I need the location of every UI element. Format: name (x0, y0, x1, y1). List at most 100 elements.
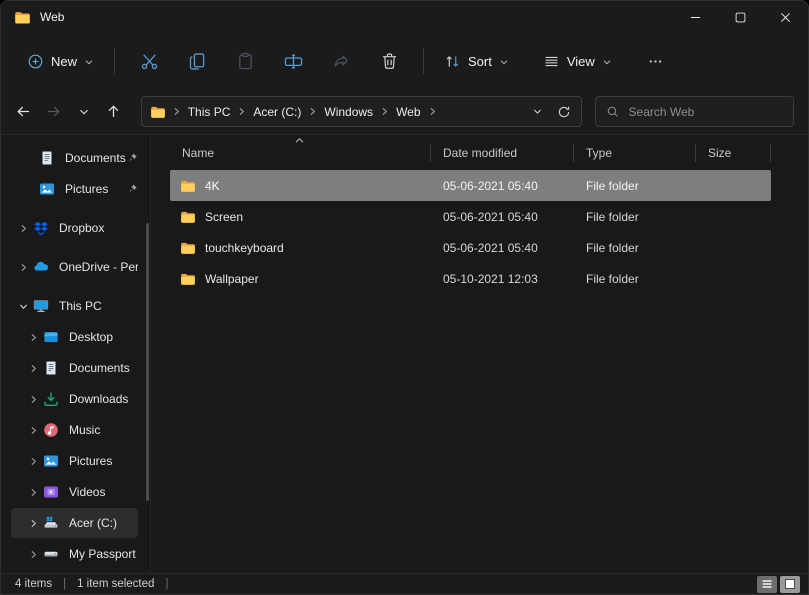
sidebar-item-dropbox[interactable]: Dropbox (11, 213, 138, 243)
file-explorer-window: Web New (0, 0, 809, 595)
chevron-right-icon[interactable] (23, 519, 43, 528)
chevron-right-icon[interactable] (23, 550, 43, 559)
share-button[interactable] (321, 43, 361, 79)
breadcrumb-chevron-icon (308, 107, 317, 116)
new-button[interactable]: New (17, 46, 104, 77)
recent-locations-button[interactable] (69, 97, 99, 127)
file-list-pane: Name Date modified Type Size 4K 05-06-20… (152, 135, 808, 573)
new-plus-icon (27, 53, 44, 70)
up-button[interactable] (99, 97, 129, 127)
view-icon (543, 53, 560, 70)
column-header-type[interactable]: Type (574, 144, 696, 162)
chevron-right-icon[interactable] (23, 488, 43, 497)
more-options-button[interactable] (636, 43, 676, 79)
cut-button[interactable] (129, 43, 169, 79)
minimize-button[interactable] (673, 1, 718, 33)
selection-count: 1 item selected (77, 578, 154, 590)
folder-icon (14, 9, 31, 26)
sort-ascending-icon (294, 137, 305, 144)
file-date-modified: 05-06-2021 05:40 (431, 210, 574, 224)
folder-icon (150, 104, 166, 120)
file-name: 4K (205, 179, 220, 193)
sidebar-item-label: Pictures (69, 454, 112, 468)
this-pc-icon (33, 298, 49, 314)
breadcrumb-this-pc[interactable]: This PC (183, 102, 236, 122)
sidebar-item-label: Videos (69, 485, 105, 499)
forward-button[interactable] (39, 97, 69, 127)
sidebar-item-downloads[interactable]: Downloads (11, 384, 138, 414)
sidebar-item-this-pc[interactable]: This PC (11, 291, 138, 321)
view-button[interactable]: View (533, 46, 622, 77)
chevron-right-icon[interactable] (23, 364, 43, 373)
sidebar-scrollbar[interactable] (146, 223, 149, 501)
dropbox-icon (33, 220, 49, 236)
file-name: touchkeyboard (205, 241, 284, 255)
refresh-icon[interactable] (557, 105, 571, 119)
paste-button[interactable] (225, 43, 265, 79)
breadcrumb-chevron-icon (237, 107, 246, 116)
chevron-right-icon[interactable] (13, 224, 33, 233)
sidebar-item-music[interactable]: Music (11, 415, 138, 445)
chevron-right-icon[interactable] (13, 263, 33, 272)
copy-button[interactable] (177, 43, 217, 79)
sidebar-item-pictures-pinned[interactable]: Pictures (11, 174, 138, 204)
close-button[interactable] (763, 1, 808, 33)
sidebar-item-acer-c[interactable]: Acer (C:) (11, 508, 138, 538)
file-row-touchkeyboard[interactable]: touchkeyboard 05-06-2021 05:40 File fold… (170, 232, 771, 263)
sidebar-item-label: My Passport (H (69, 547, 138, 561)
back-button[interactable] (9, 97, 39, 127)
status-divider: | (63, 578, 66, 590)
downloads-icon (43, 391, 59, 407)
breadcrumb-web[interactable]: Web (391, 102, 425, 122)
file-row-wallpaper[interactable]: Wallpaper 05-10-2021 12:03 File folder (170, 263, 771, 294)
file-row-screen[interactable]: Screen 05-06-2021 05:40 File folder (170, 201, 771, 232)
sort-button[interactable]: Sort (434, 46, 519, 77)
sidebar-item-label: Dropbox (59, 221, 104, 235)
search-input[interactable] (629, 105, 769, 119)
navigation-bar: This PC Acer (C:) Windows Web (1, 89, 808, 135)
breadcrumb-chevron-icon (172, 107, 181, 116)
status-divider: | (165, 578, 168, 590)
column-header-size[interactable]: Size (696, 144, 771, 162)
chevron-right-icon[interactable] (23, 457, 43, 466)
sidebar-item-label: Downloads (69, 392, 128, 406)
sidebar-item-label: This PC (59, 299, 102, 313)
pin-icon (126, 183, 138, 195)
maximize-button[interactable] (718, 1, 763, 33)
file-row-4k[interactable]: 4K 05-06-2021 05:40 File folder (170, 170, 771, 201)
sidebar-item-label: Documents (65, 151, 126, 165)
folder-icon (180, 240, 196, 256)
sidebar-item-onedrive[interactable]: OneDrive - Perso (11, 252, 138, 282)
chevron-down-icon (84, 57, 94, 67)
breadcrumb-acer-c[interactable]: Acer (C:) (248, 102, 306, 122)
chevron-right-icon[interactable] (23, 426, 43, 435)
sidebar-item-documents-pinned[interactable]: Documents (11, 143, 138, 173)
chevron-right-icon[interactable] (23, 333, 43, 342)
column-header-name[interactable]: Name (170, 144, 431, 162)
sidebar-item-my-passport[interactable]: My Passport (H (11, 539, 138, 569)
rename-button[interactable] (273, 43, 313, 79)
view-button-label: View (567, 54, 595, 69)
pictures-icon (43, 453, 59, 469)
column-header-date-modified[interactable]: Date modified (431, 144, 574, 162)
chevron-right-icon[interactable] (23, 395, 43, 404)
chevron-down-icon[interactable] (13, 302, 33, 311)
address-bar[interactable]: This PC Acer (C:) Windows Web (141, 96, 582, 127)
delete-button[interactable] (369, 43, 409, 79)
large-thumbnails-view-button[interactable] (780, 576, 800, 593)
drive-windows-icon (43, 515, 59, 531)
address-dropdown-icon[interactable] (532, 106, 543, 117)
sidebar-item-videos[interactable]: Videos (11, 477, 138, 507)
sidebar-item-documents[interactable]: Documents (11, 353, 138, 383)
music-icon (43, 422, 59, 438)
file-type: File folder (574, 241, 696, 255)
file-date-modified: 05-10-2021 12:03 (431, 272, 574, 286)
documents-icon (39, 150, 55, 166)
onedrive-icon (33, 259, 49, 275)
search-box[interactable] (595, 96, 795, 127)
sidebar-item-pictures[interactable]: Pictures (11, 446, 138, 476)
sidebar-item-desktop[interactable]: Desktop (11, 322, 138, 352)
breadcrumb-windows[interactable]: Windows (319, 102, 378, 122)
details-view-button[interactable] (757, 576, 777, 593)
column-headers: Name Date modified Type Size (170, 139, 771, 167)
